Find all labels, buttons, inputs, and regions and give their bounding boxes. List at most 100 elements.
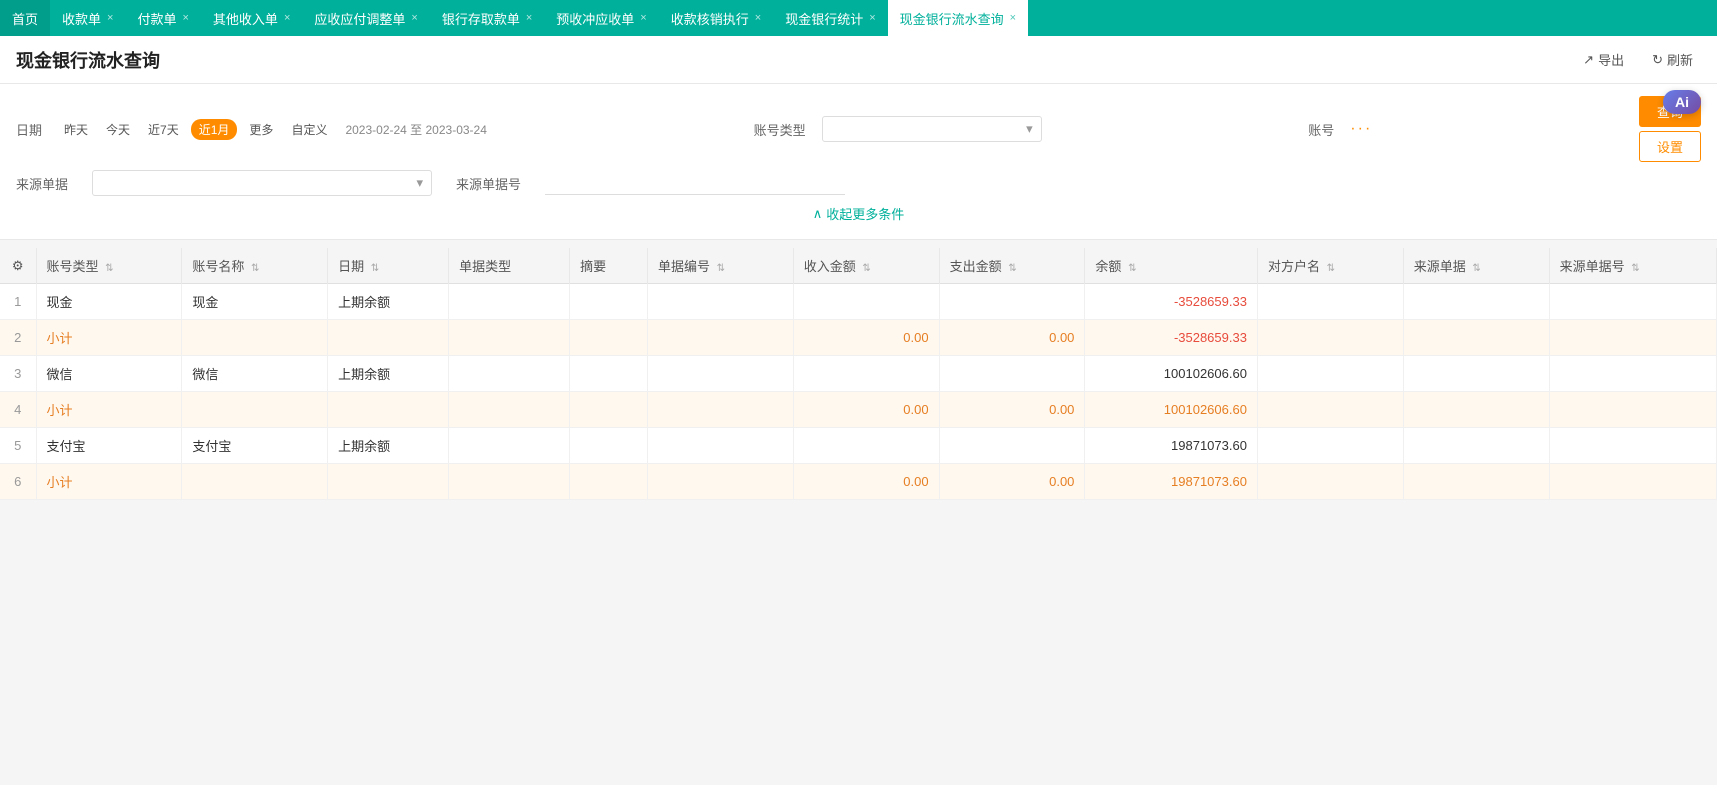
- col-income-label: 收入金额: [804, 259, 856, 274]
- nav-tab-label: 应收应付调整单: [314, 9, 405, 28]
- close-icon[interactable]: ×: [1010, 12, 1016, 24]
- cell-income: 0.00: [793, 320, 939, 356]
- col-balance[interactable]: 余额 ⇅: [1085, 248, 1258, 284]
- date-btn-today[interactable]: 今天: [100, 119, 136, 140]
- filter-area: 日期 昨天 今天 近7天 近1月 更多 自定义 2023-02-24 至 202…: [0, 84, 1717, 240]
- table-row: 2 小计 0.00 0.00 -3528659.33: [0, 320, 1717, 356]
- cell-account-name: 支付宝: [182, 428, 328, 464]
- nav-tab-2[interactable]: 付款单 ×: [125, 0, 200, 36]
- cell-account-name: 微信: [182, 356, 328, 392]
- nav-tab-label: 其他收入单: [213, 9, 278, 28]
- date-btn-custom[interactable]: 自定义: [285, 119, 333, 140]
- close-icon[interactable]: ×: [107, 12, 113, 24]
- col-expense[interactable]: 支出金额 ⇅: [939, 248, 1085, 284]
- nav-tab-5[interactable]: 银行存取款单 ×: [430, 0, 544, 36]
- account-type-select[interactable]: ▾: [822, 116, 1042, 142]
- col-income[interactable]: 收入金额 ⇅: [793, 248, 939, 284]
- cell-balance: 100102606.60: [1085, 356, 1258, 392]
- row-num: 2: [0, 320, 36, 356]
- header-actions: ↗ 导出 ↻ 刷新: [1575, 46, 1701, 73]
- cell-counterpart: [1257, 464, 1403, 500]
- close-icon[interactable]: ×: [284, 12, 290, 24]
- sort-icon: ⇅: [371, 263, 379, 274]
- sort-icon: ⇅: [717, 263, 725, 274]
- cell-account-type: 支付宝: [36, 428, 182, 464]
- filter-row-1: 日期 昨天 今天 近7天 近1月 更多 自定义 2023-02-24 至 202…: [16, 96, 1701, 162]
- cell-expense: [939, 284, 1085, 320]
- nav-tab-1[interactable]: 收款单 ×: [50, 0, 125, 36]
- cell-balance: 19871073.60: [1085, 464, 1258, 500]
- cell-date: [328, 464, 449, 500]
- date-btn-1month[interactable]: 近1月: [191, 119, 238, 140]
- col-source-doc-no[interactable]: 来源单据号 ⇅: [1549, 248, 1716, 284]
- cell-balance: -3528659.33: [1085, 320, 1258, 356]
- cell-summary: [570, 392, 648, 428]
- cell-source-doc: [1403, 392, 1549, 428]
- row-num: 5: [0, 428, 36, 464]
- account-type-label: 账号类型: [754, 120, 806, 139]
- cell-summary: [570, 464, 648, 500]
- chevron-up-icon: ∧: [813, 206, 823, 222]
- cell-date: 上期余额: [328, 356, 449, 392]
- filter-row-2: 来源单据 ▾ 来源单据号: [16, 170, 1701, 196]
- col-account-type[interactable]: 账号类型 ⇅: [36, 248, 182, 284]
- cell-expense: 0.00: [939, 392, 1085, 428]
- col-expense-label: 支出金额: [950, 259, 1002, 274]
- col-settings[interactable]: ⚙: [0, 248, 36, 284]
- settings-button[interactable]: 设置: [1639, 131, 1701, 162]
- date-btn-more[interactable]: 更多: [243, 119, 279, 140]
- ai-assistant-badge[interactable]: Ai: [1663, 90, 1701, 114]
- col-date[interactable]: 日期 ⇅: [328, 248, 449, 284]
- cell-expense: 0.00: [939, 464, 1085, 500]
- close-icon[interactable]: ×: [869, 12, 875, 24]
- sort-icon: ⇅: [251, 263, 259, 274]
- col-counterpart[interactable]: 对方户名 ⇅: [1257, 248, 1403, 284]
- nav-tab-3[interactable]: 其他收入单 ×: [201, 0, 302, 36]
- account-no-label: 账号: [1308, 120, 1334, 139]
- cell-doc-type: [449, 428, 570, 464]
- table-row: 4 小计 0.00 0.00 100102606.60: [0, 392, 1717, 428]
- cell-source-doc: [1403, 320, 1549, 356]
- close-icon[interactable]: ×: [755, 12, 761, 24]
- cell-doc-type: [449, 284, 570, 320]
- close-icon[interactable]: ×: [411, 12, 417, 24]
- cell-account-name: [182, 464, 328, 500]
- account-no-area: ···: [1350, 120, 1372, 138]
- nav-tab-7[interactable]: 收款核销执行 ×: [659, 0, 773, 36]
- nav-tab-home[interactable]: 首页: [0, 0, 50, 36]
- data-table-container: ⚙ 账号类型 ⇅ 账号名称 ⇅ 日期 ⇅ 单据类型 摘要: [0, 248, 1717, 500]
- cell-source-doc: [1403, 284, 1549, 320]
- nav-tab-6[interactable]: 预收冲应收单 ×: [544, 0, 658, 36]
- col-doc-type-label: 单据类型: [459, 259, 511, 274]
- col-doc-no-label: 单据编号: [658, 259, 710, 274]
- refresh-button[interactable]: ↻ 刷新: [1644, 46, 1701, 73]
- cell-doc-no: [647, 428, 793, 464]
- cell-income: [793, 356, 939, 392]
- nav-tab-4[interactable]: 应收应付调整单 ×: [302, 0, 429, 36]
- chevron-down-icon: ▾: [1026, 121, 1033, 137]
- nav-tab-8[interactable]: 现金银行统计 ×: [773, 0, 887, 36]
- col-source-doc[interactable]: 来源单据 ⇅: [1403, 248, 1549, 284]
- col-account-name[interactable]: 账号名称 ⇅: [182, 248, 328, 284]
- close-icon[interactable]: ×: [640, 12, 646, 24]
- cell-counterpart: [1257, 392, 1403, 428]
- col-doc-no[interactable]: 单据编号 ⇅: [647, 248, 793, 284]
- source-doc-select[interactable]: ▾: [92, 170, 432, 196]
- nav-tab-9[interactable]: 现金银行流水查询 ×: [888, 0, 1028, 36]
- close-icon[interactable]: ×: [182, 12, 188, 24]
- collapse-bar[interactable]: ∧ 收起更多条件: [16, 200, 1701, 227]
- cell-source-doc: [1403, 356, 1549, 392]
- date-btn-7days[interactable]: 近7天: [142, 119, 185, 140]
- export-button[interactable]: ↗ 导出: [1575, 46, 1632, 73]
- cell-account-type: 小计: [36, 392, 182, 428]
- cell-source-doc: [1403, 464, 1549, 500]
- source-doc-no-input[interactable]: [545, 171, 845, 195]
- account-no-ellipsis[interactable]: ···: [1350, 120, 1372, 138]
- export-icon: ↗: [1583, 52, 1594, 68]
- cell-source-doc-no: [1549, 284, 1716, 320]
- cell-doc-type: [449, 464, 570, 500]
- cell-expense: [939, 428, 1085, 464]
- close-icon[interactable]: ×: [526, 12, 532, 24]
- date-btn-yesterday[interactable]: 昨天: [58, 119, 94, 140]
- cell-date: [328, 392, 449, 428]
